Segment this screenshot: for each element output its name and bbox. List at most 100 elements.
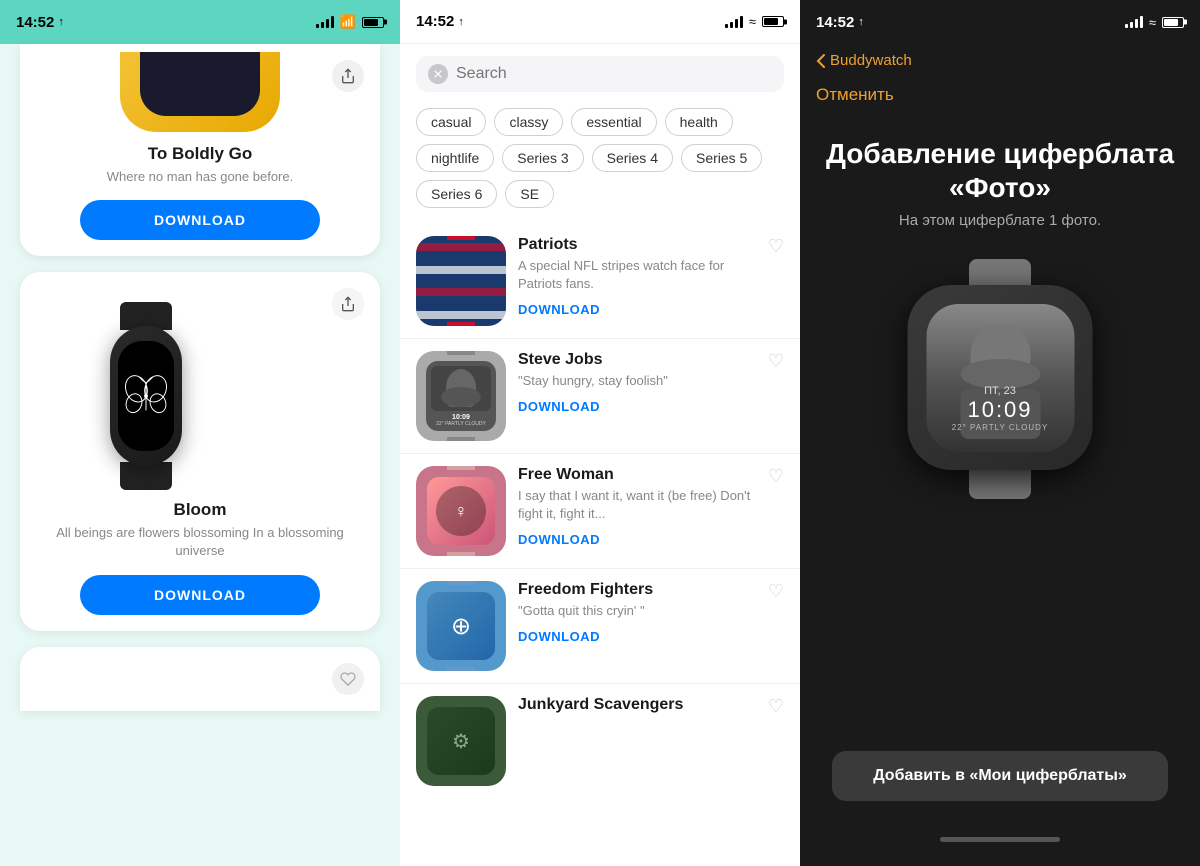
steve-jobs-watch-image: 10:09 22° PARTLY CLOUDY [416, 351, 506, 441]
battery-icon-2 [762, 16, 784, 27]
home-indicator [940, 837, 1060, 842]
watch-date-display: ПТ, 23 [926, 385, 1074, 397]
filter-chip-se[interactable]: SE [505, 180, 554, 208]
battery-icon-1 [362, 17, 384, 28]
watch-card-boldly-go: To Boldly Go Where no man has gone befor… [20, 44, 380, 256]
add-to-faces-button[interactable]: Добавить в «Мои циферблаты» [832, 751, 1168, 801]
add-face-content: Добавление циферблата «Фото» На этом циф… [800, 117, 1200, 731]
panel-watch-faces: 14:52 ↑ 📶 [0, 0, 400, 866]
search-input[interactable] [456, 65, 772, 83]
steve-jobs-desc: "Stay hungry, stay foolish" [518, 372, 756, 390]
list-item: Patriots A special NFL stripes watch fac… [400, 224, 800, 339]
watch-body: ПТ, 23 10:09 22° PARTLY CLOUDY [908, 285, 1093, 470]
steve-jobs-info: Steve Jobs "Stay hungry, stay foolish" D… [518, 351, 756, 416]
time-display-3: 14:52 [816, 14, 854, 31]
panel-search: 14:52 ↑ ≈ casual [400, 0, 800, 866]
junkyard-favorite-icon[interactable]: ♡ [768, 696, 784, 717]
free-woman-watch-image: ♀ [416, 466, 506, 556]
patriots-name: Patriots [518, 236, 756, 254]
filter-chips-tags: casual classy essential health nightlife… [400, 104, 800, 216]
add-face-subtitle: На этом циферблате 1 фото. [899, 212, 1101, 229]
filter-chip-casual[interactable]: casual [416, 108, 486, 136]
time-display-2: 14:52 [416, 13, 454, 30]
free-woman-favorite-icon[interactable]: ♡ [768, 466, 784, 487]
freedom-fighters-favorite-icon[interactable]: ♡ [768, 581, 784, 602]
junkyard-name: Junkyard Scavengers [518, 696, 756, 714]
freedom-fighters-desc: "Gotta quit this cryin' " [518, 602, 756, 620]
watch-preview: ПТ, 23 10:09 22° PARTLY CLOUDY [890, 259, 1110, 499]
patriots-info: Patriots A special NFL stripes watch fac… [518, 236, 756, 319]
junkyard-info: Junkyard Scavengers [518, 696, 756, 722]
filter-chip-series6[interactable]: Series 6 [416, 180, 497, 208]
watch-face: ПТ, 23 10:09 22° PARTLY CLOUDY [926, 304, 1074, 452]
time-display-1: 14:52 [16, 14, 54, 31]
status-bar-1: 14:52 ↑ 📶 [0, 0, 400, 44]
watch-card-bloom: Bloom All beings are flowers blossoming … [20, 272, 380, 630]
status-icons-1: 📶 [316, 14, 384, 30]
share-button-bloom[interactable] [332, 288, 364, 320]
signal-icon-1 [316, 16, 334, 28]
add-face-title: Добавление циферблата «Фото» [820, 137, 1180, 204]
wifi-icon-2: ≈ [749, 14, 756, 29]
watch-time-display: 10:09 [926, 397, 1074, 423]
filter-chip-health[interactable]: health [665, 108, 733, 136]
status-icons-2: ≈ [725, 14, 784, 29]
junkyard-watch-image: ⚙ [416, 696, 506, 786]
back-button[interactable]: Buddywatch [830, 52, 912, 69]
filter-chip-classy[interactable]: classy [494, 108, 563, 136]
steve-jobs-name: Steve Jobs [518, 351, 756, 369]
download-button-2[interactable]: DOWNLOAD [80, 575, 320, 615]
panel-add-face: 14:52 ↑ ≈ Buddywatch Отменить Добавление [800, 0, 1200, 866]
patriots-favorite-icon[interactable]: ♡ [768, 236, 784, 257]
location-icon-1: ↑ [58, 16, 64, 28]
free-woman-download-button[interactable]: DOWNLOAD [518, 532, 600, 547]
steve-jobs-favorite-icon[interactable]: ♡ [768, 351, 784, 372]
close-search-button[interactable] [428, 64, 448, 84]
filter-chip-series5[interactable]: Series 5 [681, 144, 762, 172]
watch-weather-display: 22° PARTLY CLOUDY [926, 423, 1074, 432]
favorite-button-partial[interactable] [332, 663, 364, 695]
location-icon-2: ↑ [458, 16, 464, 28]
list-item: ⚙ Junkyard Scavengers ♡ [400, 684, 800, 798]
patriots-desc: A special NFL stripes watch face for Pat… [518, 257, 756, 293]
download-button-1[interactable]: DOWNLOAD [80, 200, 320, 240]
location-icon-3: ↑ [858, 16, 864, 28]
panel3-bottom: Добавить в «Мои циферблаты» [800, 731, 1200, 866]
back-chevron-icon [816, 53, 826, 69]
filter-chip-nightlife[interactable]: nightlife [416, 144, 494, 172]
filter-chip-series3[interactable]: Series 3 [502, 144, 583, 172]
status-bar-3: 14:52 ↑ ≈ [800, 0, 1200, 44]
steve-jobs-download-button[interactable]: DOWNLOAD [518, 399, 600, 414]
watch-band-bottom [969, 469, 1031, 499]
cancel-button[interactable]: Отменить [800, 73, 1200, 117]
filter-chip-essential[interactable]: essential [571, 108, 656, 136]
search-bar[interactable] [416, 56, 784, 92]
card1-title: To Boldly Go [148, 144, 253, 164]
card2-title: Bloom [174, 500, 227, 520]
list-item: 10:09 22° PARTLY CLOUDY Steve Jobs "Stay… [400, 339, 800, 454]
list-item: ⊕ Freedom Fighters "Gotta quit this cryi… [400, 569, 800, 684]
watch-list: Patriots A special NFL stripes watch fac… [400, 216, 800, 866]
signal-icon-3 [1125, 16, 1143, 28]
wifi-icon-3: ≈ [1149, 15, 1156, 30]
free-woman-name: Free Woman [518, 466, 756, 484]
back-navigation: Buddywatch [800, 44, 1200, 73]
wifi-icon-1: 📶 [340, 14, 356, 30]
free-woman-desc: I say that I want it, want it (be free) … [518, 487, 756, 523]
freedom-fighters-download-button[interactable]: DOWNLOAD [518, 629, 600, 644]
signal-icon-2 [725, 16, 743, 28]
patriots-download-button[interactable]: DOWNLOAD [518, 302, 600, 317]
freedom-fighters-info: Freedom Fighters "Gotta quit this cryin'… [518, 581, 756, 646]
status-icons-3: ≈ [1125, 15, 1184, 30]
butterfly-design [122, 372, 170, 420]
free-woman-info: Free Woman I say that I want it, want it… [518, 466, 756, 549]
list-item: ♀ Free Woman I say that I want it, want … [400, 454, 800, 569]
card1-desc: Where no man has gone before. [107, 168, 293, 186]
share-button-1[interactable] [332, 60, 364, 92]
card2-desc: All beings are flowers blossoming In a b… [36, 524, 364, 560]
battery-icon-3 [1162, 17, 1184, 28]
filter-chip-series4[interactable]: Series 4 [592, 144, 673, 172]
freedom-fighters-watch-image: ⊕ [416, 581, 506, 671]
freedom-fighters-name: Freedom Fighters [518, 581, 756, 599]
patriots-watch-image [416, 236, 506, 326]
